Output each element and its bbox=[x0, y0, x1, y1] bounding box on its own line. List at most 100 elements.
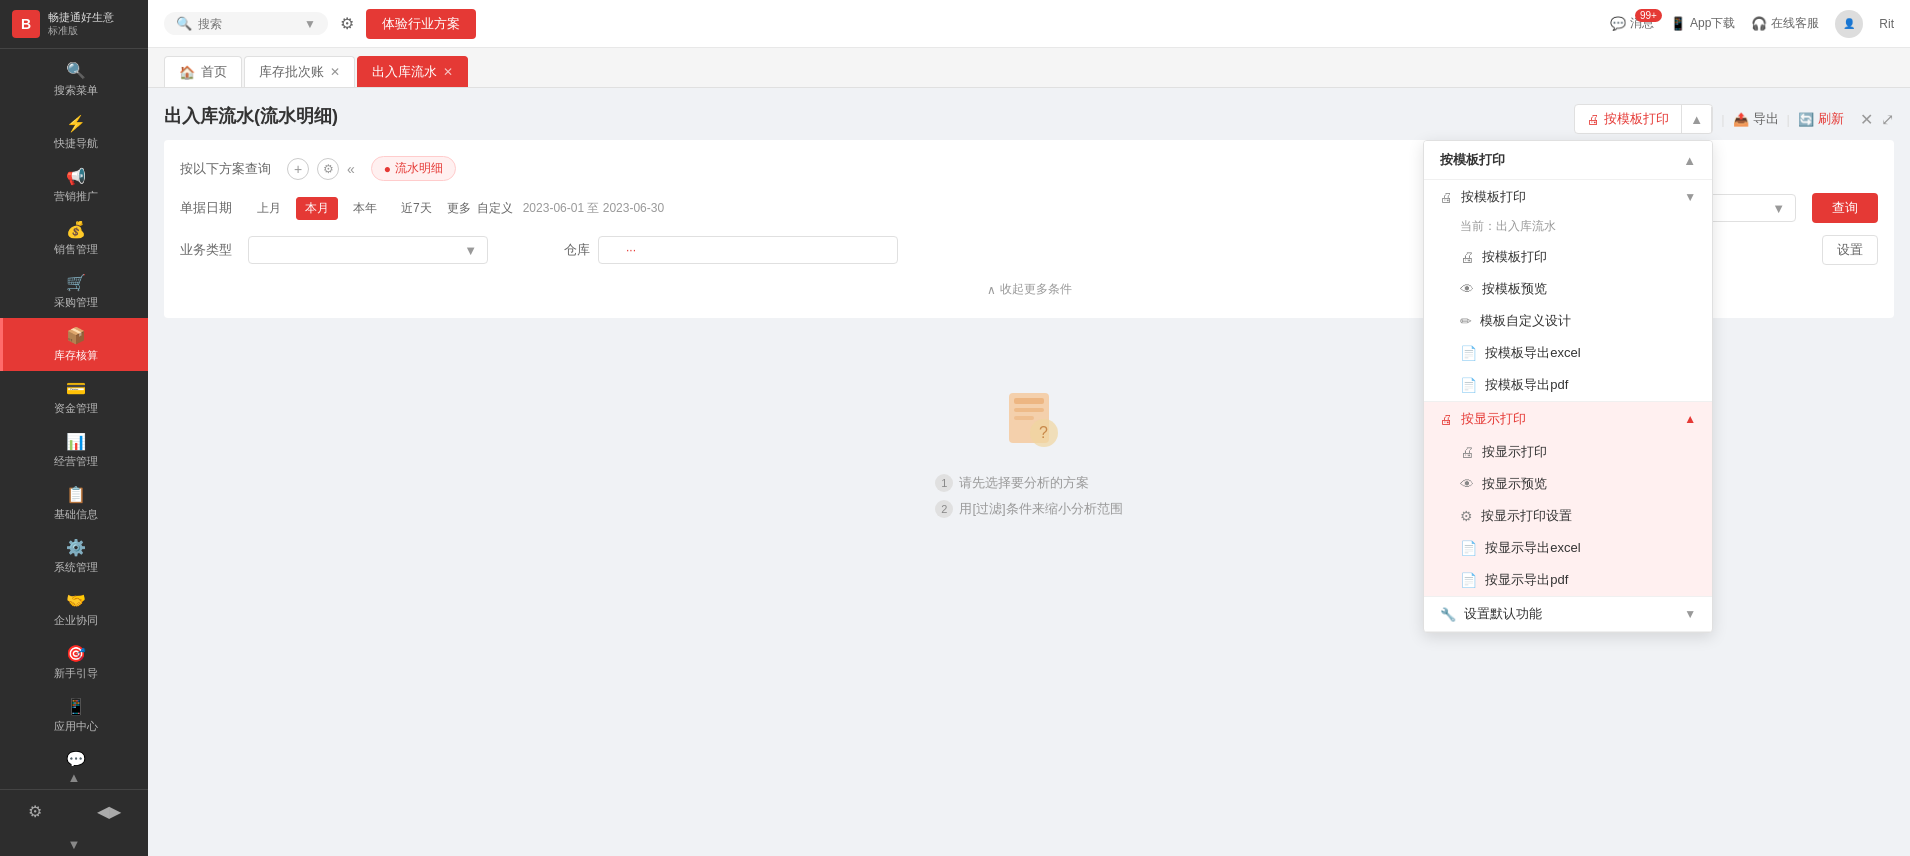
sidebar-settings-btn[interactable]: ⚙ bbox=[24, 798, 46, 825]
logo-icon: B bbox=[12, 10, 40, 38]
tab-flow-detail[interactable]: 出入库流水 ✕ bbox=[357, 56, 468, 87]
collapse-btn[interactable]: ∧ 收起更多条件 bbox=[987, 281, 1072, 298]
guide-icon: 🎯 bbox=[66, 644, 86, 663]
display-print-item[interactable]: 🖨 按显示打印 bbox=[1424, 436, 1712, 468]
date-more-btn[interactable]: 更多 bbox=[447, 200, 471, 217]
tab-batch-account[interactable]: 库存批次账 ✕ bbox=[244, 56, 355, 87]
collapse-label: 收起更多条件 bbox=[1000, 281, 1072, 298]
sidebar: B 畅捷通好生意 标准版 🔍 搜索菜单 ⚡ 快捷导航 📢 营销推广 💰 销 bbox=[0, 0, 148, 856]
collab-icon: 🤝 bbox=[66, 591, 86, 610]
warehouse-more[interactable]: ··· bbox=[626, 243, 636, 257]
flow-chip[interactable]: ● 流水明细 bbox=[371, 156, 456, 181]
search-icon: 🔍 bbox=[66, 61, 86, 80]
industry-btn[interactable]: 体验行业方案 bbox=[366, 9, 476, 39]
current-template-label: 当前：出入库流水 bbox=[1424, 214, 1712, 241]
empty-hint-2: 2 用[过滤]条件来缩小分析范围 bbox=[935, 500, 1122, 518]
search-icon: 🔍 bbox=[176, 16, 192, 31]
template-print-header[interactable]: 🖨 按模板打印 ▼ bbox=[1424, 180, 1712, 214]
print-btn[interactable]: 🖨 按模板打印 bbox=[1575, 105, 1682, 133]
sidebar-item-search[interactable]: 🔍 搜索菜单 bbox=[0, 53, 148, 106]
topbar-online-service[interactable]: 🎧 在线客服 bbox=[1751, 15, 1819, 32]
sidebar-scroll-down[interactable]: ▼ bbox=[0, 833, 148, 856]
tab-flow-close[interactable]: ✕ bbox=[443, 65, 453, 79]
filter-collapse-btn[interactable]: « bbox=[347, 161, 355, 177]
hint-num-2: 2 bbox=[935, 500, 953, 518]
template-export-pdf-item[interactable]: 📄 按模板导出pdf bbox=[1424, 369, 1712, 401]
sidebar-item-operation[interactable]: 📊 经营管理 bbox=[0, 424, 148, 477]
sidebar-item-label: 基础信息 bbox=[54, 507, 98, 522]
filter-setting-btn[interactable]: ⚙ bbox=[317, 158, 339, 180]
set-default-section: 🔧 设置默认功能 ▼ bbox=[1424, 597, 1712, 632]
svg-rect-1 bbox=[1014, 398, 1044, 404]
print-dropdown-close[interactable]: ▲ bbox=[1683, 153, 1696, 168]
collapse-icon: ∧ bbox=[987, 283, 996, 297]
date-last-month[interactable]: 上月 bbox=[248, 197, 290, 220]
sidebar-item-system[interactable]: ⚙️ 系统管理 bbox=[0, 530, 148, 583]
sidebar-item-guide[interactable]: 🎯 新手引导 bbox=[0, 636, 148, 689]
sidebar-item-marketing[interactable]: 📢 营销推广 bbox=[0, 159, 148, 212]
print-dropdown-toggle[interactable]: ▲ bbox=[1682, 107, 1712, 132]
search-dropdown-icon[interactable]: ▼ bbox=[304, 17, 316, 31]
sidebar-item-collab[interactable]: 🤝 企业协同 bbox=[0, 583, 148, 636]
set-default-header[interactable]: 🔧 设置默认功能 ▼ bbox=[1424, 597, 1712, 631]
filter-actions: + ⚙ « bbox=[287, 158, 355, 180]
username-label[interactable]: Rit bbox=[1879, 17, 1894, 31]
business-type-label: 业务类型 bbox=[180, 241, 232, 259]
hint-text-1: 请先选择要分析的方案 bbox=[959, 474, 1089, 492]
sidebar-item-basic[interactable]: 📋 基础信息 bbox=[0, 477, 148, 530]
template-custom-item[interactable]: ✏ 模板自定义设计 bbox=[1424, 305, 1712, 337]
sidebar-expand-btn[interactable]: ◀▶ bbox=[93, 798, 125, 825]
window-close-btn[interactable]: ✕ bbox=[1860, 110, 1873, 129]
date-last-7-days[interactable]: 近7天 bbox=[392, 197, 441, 220]
sidebar-item-wechat[interactable]: 💬 企业微信 bbox=[0, 742, 148, 766]
display-export-pdf-item[interactable]: 📄 按显示导出pdf bbox=[1424, 564, 1712, 596]
doc-type-arrow[interactable]: ▼ bbox=[1772, 201, 1785, 216]
sidebar-item-label: 资金管理 bbox=[54, 401, 98, 416]
template-export-excel-item[interactable]: 📄 按模板导出excel bbox=[1424, 337, 1712, 369]
display-print-settings-item[interactable]: ⚙ 按显示打印设置 bbox=[1424, 500, 1712, 532]
refresh-btn[interactable]: 🔄 刷新 bbox=[1798, 110, 1844, 128]
template-print-item[interactable]: 🖨 按模板打印 bbox=[1424, 241, 1712, 273]
display-print-header[interactable]: 🖨 按显示打印 ▲ bbox=[1424, 402, 1712, 436]
settings-button[interactable]: 设置 bbox=[1822, 235, 1878, 265]
refresh-icon: 🔄 bbox=[1798, 112, 1814, 127]
sidebar-item-app-center[interactable]: 📱 应用中心 bbox=[0, 689, 148, 742]
topbar-message[interactable]: 💬 消息 99+ bbox=[1610, 15, 1654, 32]
edit-icon: ✏ bbox=[1460, 313, 1472, 329]
preview-icon: 👁 bbox=[1460, 281, 1474, 297]
tab-batch-close[interactable]: ✕ bbox=[330, 65, 340, 79]
page-title: 出入库流水(流水明细) bbox=[164, 104, 338, 128]
user-avatar[interactable]: 👤 bbox=[1835, 10, 1863, 38]
topbar-app-download[interactable]: 📱 App下载 bbox=[1670, 15, 1735, 32]
business-type-select[interactable]: ▼ bbox=[248, 236, 488, 264]
date-current-month[interactable]: 本月 bbox=[296, 197, 338, 220]
sidebar-item-inventory[interactable]: 📦 库存核算 bbox=[0, 318, 148, 371]
template-print-label: 🖨 按模板打印 bbox=[1440, 188, 1526, 206]
sidebar-scroll-up[interactable]: ▲ bbox=[0, 766, 148, 789]
date-this-year[interactable]: 本年 bbox=[344, 197, 386, 220]
window-maximize-btn[interactable]: ⤢ bbox=[1881, 110, 1894, 129]
template-preview-item[interactable]: 👁 按模板预览 bbox=[1424, 273, 1712, 305]
system-icon: ⚙️ bbox=[66, 538, 86, 557]
main-area: 🔍 ▼ ⚙ 体验行业方案 💬 消息 99+ 📱 App下载 🎧 在线客服 bbox=[148, 0, 1910, 856]
sidebar-item-purchase[interactable]: 🛒 采购管理 bbox=[0, 265, 148, 318]
topbar-gear-icon[interactable]: ⚙ bbox=[340, 14, 354, 33]
display-print-label: 🖨 按显示打印 bbox=[1440, 410, 1526, 428]
warehouse-select[interactable]: ··· bbox=[598, 236, 898, 264]
print-actions-wrapper: 🖨 按模板打印 ▲ 按模板打印 ▲ bbox=[1574, 104, 1713, 134]
tab-home[interactable]: 🏠 首页 bbox=[164, 56, 242, 87]
filter-add-btn[interactable]: + bbox=[287, 158, 309, 180]
display-preview-item[interactable]: 👁 按显示预览 bbox=[1424, 468, 1712, 500]
query-button[interactable]: 查询 bbox=[1812, 193, 1878, 223]
export-btn[interactable]: 📤 导出 bbox=[1733, 110, 1779, 128]
date-custom-btn[interactable]: 自定义 bbox=[477, 200, 513, 217]
display-export-excel-item[interactable]: 📄 按显示导出excel bbox=[1424, 532, 1712, 564]
print-dropdown-panel: 按模板打印 ▲ 🖨 按模板打印 ▼ bbox=[1423, 140, 1713, 633]
business-type-arrow[interactable]: ▼ bbox=[464, 243, 477, 258]
search-input[interactable] bbox=[198, 17, 298, 31]
sidebar-item-label: 库存核算 bbox=[54, 348, 98, 363]
topbar-search-box[interactable]: 🔍 ▼ bbox=[164, 12, 328, 35]
sidebar-item-quick-nav[interactable]: ⚡ 快捷导航 bbox=[0, 106, 148, 159]
sidebar-item-finance[interactable]: 💳 资金管理 bbox=[0, 371, 148, 424]
sidebar-item-sales[interactable]: 💰 销售管理 bbox=[0, 212, 148, 265]
